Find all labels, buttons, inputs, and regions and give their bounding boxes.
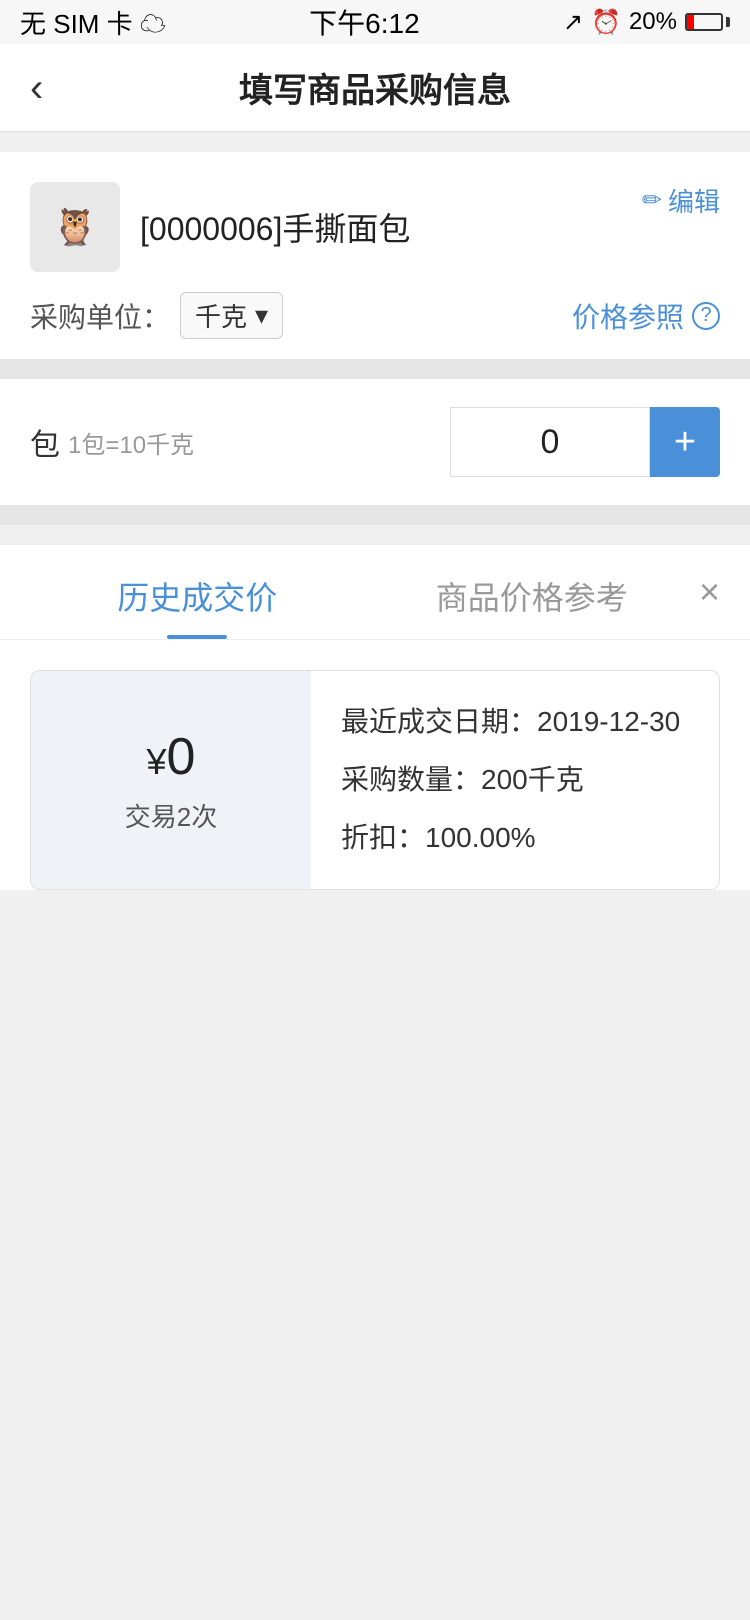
- tabs-panel: 历史成交价 商品价格参考 × ¥0 交易2次 最近成交日期：2019-12-30…: [0, 545, 750, 890]
- quantity-label: 包 1包=10千克: [30, 420, 194, 464]
- currency-symbol: ¥: [147, 741, 167, 782]
- price-ref-label: 价格参照: [572, 296, 684, 336]
- qty-value: 200千克: [481, 764, 584, 795]
- trade-count: 交易2次: [125, 797, 217, 834]
- nav-bar: ‹ 填写商品采购信息: [0, 44, 750, 132]
- tab-active-indicator: [167, 635, 227, 639]
- divider: [0, 359, 750, 379]
- tab-history[interactable]: 历史成交价: [30, 545, 364, 639]
- edit-icon: ✏: [642, 186, 662, 215]
- qty-row: 采购数量：200千克: [341, 759, 689, 801]
- history-details: 最近成交日期：2019-12-30 采购数量：200千克 折扣：100.00%: [311, 671, 719, 889]
- chevron-down-icon: ▾: [255, 300, 268, 331]
- status-bar: 无 SIM 卡 ☁ 下午6:12 ↗ ⏰ 20%: [0, 0, 750, 44]
- product-header-left: 🦉 [0000006]手撕面包: [30, 182, 410, 272]
- battery-indicator: [685, 13, 730, 31]
- unit-label: 采购单位：: [30, 296, 170, 336]
- history-price: ¥0: [147, 727, 196, 787]
- edit-button[interactable]: ✏ 编辑: [642, 182, 720, 219]
- date-row: 最近成交日期：2019-12-30: [341, 701, 689, 743]
- discount-value: 100.00%: [425, 822, 536, 853]
- quantity-row: 包 1包=10千克 0 +: [0, 379, 750, 505]
- date-value: 2019-12-30: [537, 706, 680, 737]
- qty-label: 采购数量：: [341, 764, 481, 795]
- history-price-section: ¥0 交易2次: [31, 671, 311, 889]
- back-button[interactable]: ‹: [30, 68, 43, 108]
- battery-percent: 20%: [629, 8, 677, 36]
- product-thumbnail: 🦉: [30, 182, 120, 272]
- info-icon: ?: [692, 302, 720, 330]
- product-card: 🦉 [0000006]手撕面包 ✏ 编辑 采购单位： 千克 ▾ 价格参照 ?: [0, 152, 750, 359]
- history-card: ¥0 交易2次 最近成交日期：2019-12-30 采购数量：200千克 折扣：…: [30, 670, 720, 890]
- price-value: 0: [167, 728, 196, 786]
- alarm-icon: ⏰: [591, 8, 621, 37]
- quantity-input-wrap: 0 +: [450, 407, 720, 477]
- product-name: [0000006]手撕面包: [140, 204, 410, 250]
- product-unit-row: 采购单位： 千克 ▾ 价格参照 ?: [30, 292, 720, 339]
- main-background: [0, 920, 750, 1620]
- unit-select[interactable]: 千克 ▾: [180, 292, 283, 339]
- status-time: 下午6:12: [309, 2, 420, 42]
- product-thumb-icon: 🦉: [53, 206, 98, 248]
- discount-row: 折扣：100.00%: [341, 817, 689, 859]
- quantity-display[interactable]: 0: [450, 407, 650, 477]
- unit-note: 1包=10千克: [68, 425, 194, 460]
- tabs-header: 历史成交价 商品价格参考 ×: [0, 545, 750, 640]
- sim-status: 无 SIM 卡 ☁: [20, 4, 166, 41]
- tab-close-button[interactable]: ×: [699, 551, 720, 633]
- divider2: [0, 505, 750, 525]
- product-header: 🦉 [0000006]手撕面包 ✏ 编辑: [30, 182, 720, 272]
- quantity-plus-button[interactable]: +: [650, 407, 720, 477]
- page-title: 填写商品采购信息: [239, 63, 511, 112]
- date-label: 最近成交日期：: [341, 706, 537, 737]
- status-left: 无 SIM 卡 ☁: [20, 4, 166, 41]
- discount-label: 折扣：: [341, 822, 425, 853]
- unit-name: 包: [30, 420, 60, 464]
- location-icon: ↗: [563, 8, 583, 37]
- edit-label: 编辑: [668, 182, 720, 219]
- unit-value: 千克: [195, 297, 247, 334]
- price-ref-button[interactable]: 价格参照 ?: [572, 296, 720, 336]
- status-right: ↗ ⏰ 20%: [563, 8, 730, 37]
- tab-price-ref[interactable]: 商品价格参考: [364, 545, 698, 639]
